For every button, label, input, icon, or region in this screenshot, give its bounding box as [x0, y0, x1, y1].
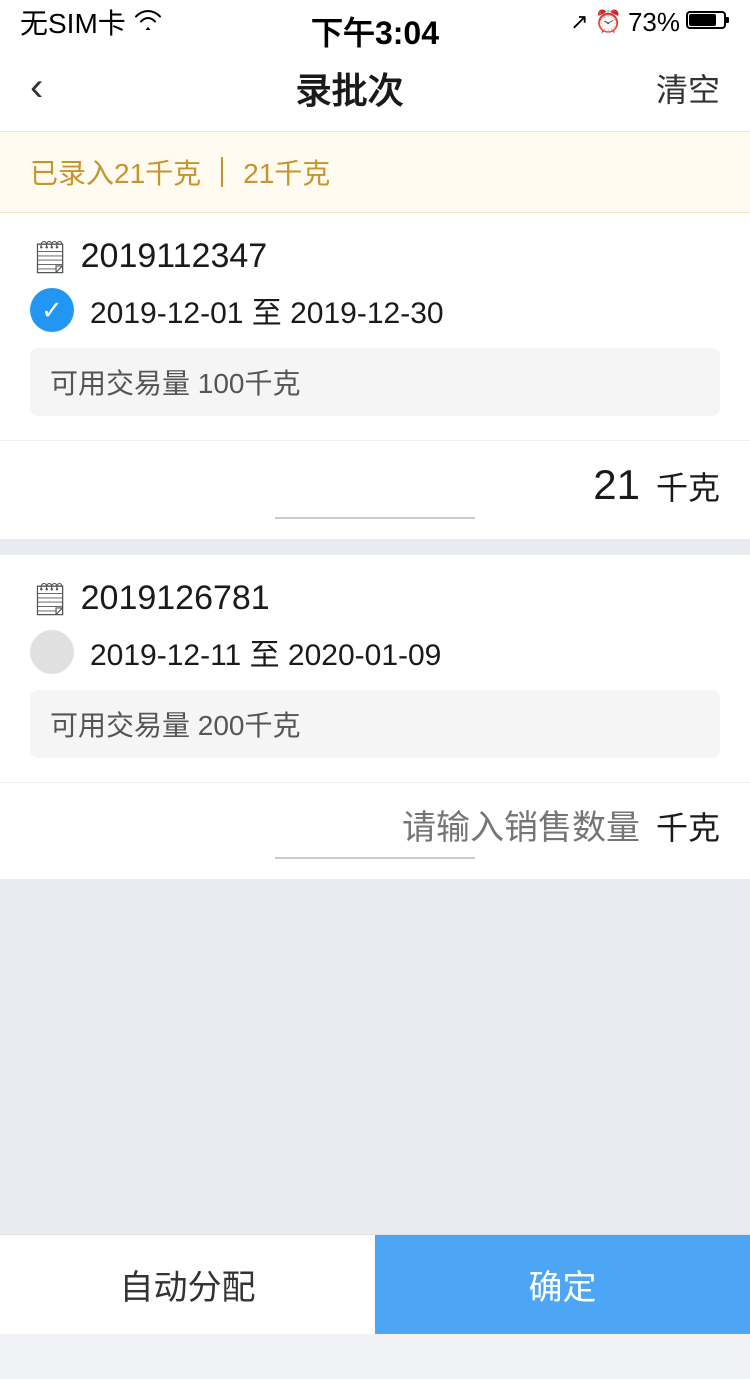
clear-button[interactable]: 清空: [656, 65, 720, 111]
batch-id-1: 2019112347: [81, 237, 268, 276]
bottom-bar: 自动分配 确定: [0, 1234, 750, 1334]
status-left: 无SIM卡: [20, 2, 162, 42]
auto-distribute-button[interactable]: 自动分配: [0, 1235, 375, 1334]
batch-doc-icon-1: 🗒: [30, 238, 71, 276]
summary-label: 已录入21千克: [30, 152, 201, 192]
battery-icon: [686, 7, 730, 38]
input-row-2: 千克: [0, 782, 750, 879]
status-right: ↗ ⏰ 73%: [570, 7, 730, 38]
batch-id-2: 2019126781: [81, 579, 270, 618]
radio-unchecked-2[interactable]: [30, 630, 74, 674]
checkmark-icon-1: ✓: [41, 297, 63, 323]
back-button[interactable]: ‹: [30, 65, 43, 110]
carrier-text: 无SIM卡: [20, 2, 126, 42]
empty-area: [0, 879, 750, 1279]
amount-value-1: 21: [593, 461, 640, 509]
nav-bar: ‹ 录批次 清空: [0, 44, 750, 132]
page-title: 录批次: [296, 62, 404, 114]
radio-checked-1[interactable]: ✓: [30, 288, 74, 332]
confirm-button[interactable]: 确定: [375, 1235, 750, 1334]
batch-id-row-1: 🗒 2019112347: [30, 237, 720, 276]
batch-card-2: 🗒 2019126781 2019-12-11 至 2020-01-09 可用交…: [0, 555, 750, 879]
location-icon: ↗: [570, 9, 588, 35]
input-underline-2: [275, 857, 475, 859]
available-qty-2: 可用交易量 200千克: [30, 690, 720, 758]
qty-unit-2: 千克: [656, 803, 720, 849]
qty-input-2[interactable]: [340, 809, 640, 848]
batch-date-1: 2019-12-01 至 2019-12-30: [90, 288, 444, 332]
batch-date-row-1: ✓ 2019-12-01 至 2019-12-30: [30, 288, 720, 332]
batch-date-row-2: 2019-12-11 至 2020-01-09: [30, 630, 720, 674]
batch-item-1[interactable]: 🗒 2019112347 ✓ 2019-12-01 至 2019-12-30 可…: [0, 213, 750, 440]
section-separator: [0, 539, 750, 555]
wifi-icon: [134, 6, 162, 38]
batch-date-2: 2019-12-11 至 2020-01-09: [90, 630, 441, 674]
alarm-icon: ⏰: [595, 9, 622, 35]
summary-banner: 已录入21千克 21千克: [0, 132, 750, 213]
batch-id-row-2: 🗒 2019126781: [30, 579, 720, 618]
amount-row-1: 21 千克: [0, 440, 750, 539]
summary-value: 21千克: [243, 152, 330, 192]
amount-unit-1: 千克: [656, 463, 720, 509]
batch-card-1: 🗒 2019112347 ✓ 2019-12-01 至 2019-12-30 可…: [0, 213, 750, 539]
batch-doc-icon-2: 🗒: [30, 580, 71, 618]
status-bar: 无SIM卡 下午3:04 ↗ ⏰ 73%: [0, 0, 750, 44]
available-qty-1: 可用交易量 100千克: [30, 348, 720, 416]
summary-divider: [221, 157, 223, 187]
status-time: 下午3:04: [311, 8, 439, 54]
batch-item-2[interactable]: 🗒 2019126781 2019-12-11 至 2020-01-09 可用交…: [0, 555, 750, 782]
battery-text: 73%: [628, 7, 680, 38]
amount-divider-1: [275, 517, 475, 519]
